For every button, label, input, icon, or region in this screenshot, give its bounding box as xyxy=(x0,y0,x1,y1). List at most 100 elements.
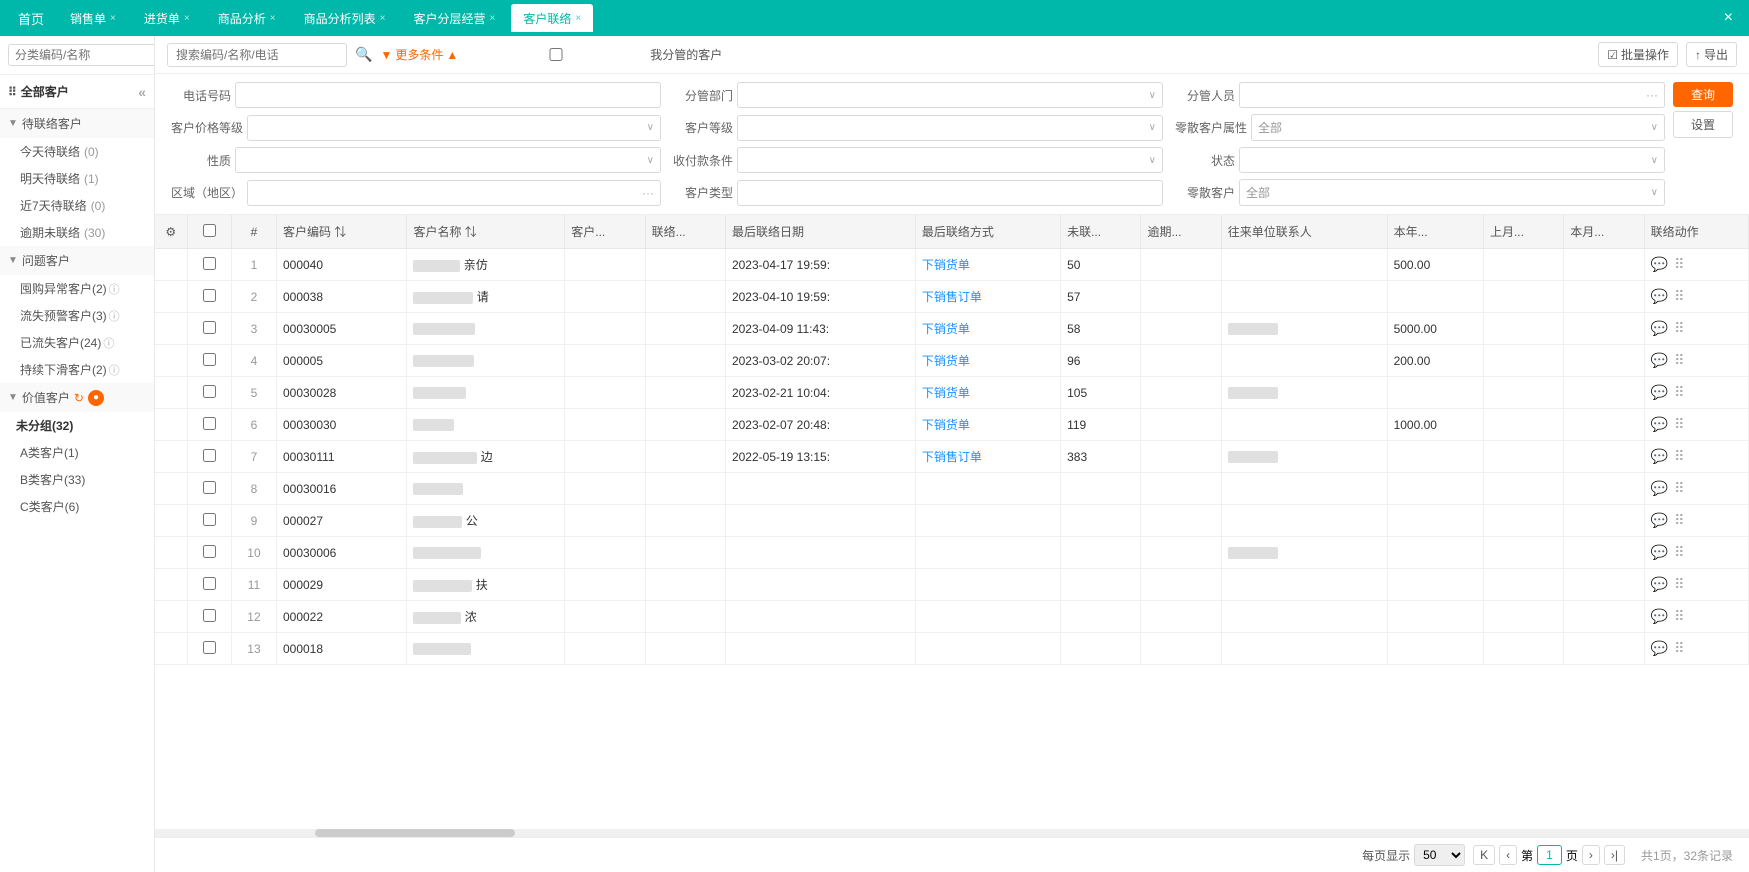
cell-checkbox[interactable] xyxy=(187,473,231,505)
cell-checkbox[interactable] xyxy=(187,249,231,281)
action-message-icon[interactable]: 💬 xyxy=(1651,384,1668,401)
sidebar-item-tomorrow[interactable]: 明天待联络(1) xyxy=(0,165,154,192)
first-page-btn[interactable]: K xyxy=(1473,845,1495,865)
th-not-contacted[interactable]: 未联... xyxy=(1061,215,1141,249)
payment-select[interactable]: ∨ xyxy=(737,147,1163,173)
tab-goods-analysis-list[interactable]: 商品分析列表 × xyxy=(292,4,398,32)
last-method-link[interactable]: 下销售订单 xyxy=(922,290,982,304)
last-method-link[interactable]: 下销货单 xyxy=(922,418,970,432)
region-select[interactable]: ··· xyxy=(247,180,661,206)
row-checkbox[interactable] xyxy=(203,545,216,558)
my-customers-checkbox[interactable] xyxy=(466,48,646,61)
action-message-icon[interactable]: 💬 xyxy=(1651,544,1668,561)
th-name[interactable]: 客户名称 ⇅ xyxy=(407,215,565,249)
next-page-btn[interactable]: › xyxy=(1582,845,1600,865)
nature-select[interactable]: ∨ xyxy=(235,147,661,173)
action-grid-icon[interactable]: ⠿ xyxy=(1674,640,1684,657)
sidebar-item-class-a[interactable]: A类客户(1) xyxy=(0,439,154,466)
cell-checkbox[interactable] xyxy=(187,633,231,665)
tab-customer-contact[interactable]: 客户联络 × xyxy=(511,4,593,32)
sidebar-item-class-c[interactable]: C类客户(6) xyxy=(0,493,154,520)
action-grid-icon[interactable]: ⠿ xyxy=(1674,512,1684,529)
row-checkbox[interactable] xyxy=(203,449,216,462)
last-page-btn[interactable]: ›| xyxy=(1604,845,1625,865)
reset-button[interactable]: 设置 xyxy=(1673,111,1733,138)
close-goods-analysis-list-tab[interactable]: × xyxy=(380,13,386,24)
close-customer-tier-tab[interactable]: × xyxy=(489,13,495,24)
phone-input[interactable] xyxy=(235,82,661,108)
action-message-icon[interactable]: 💬 xyxy=(1651,352,1668,369)
th-checkbox[interactable] xyxy=(187,215,231,249)
row-checkbox[interactable] xyxy=(203,417,216,430)
search-btn[interactable]: 🔍 xyxy=(355,46,372,63)
query-button[interactable]: 查询 xyxy=(1673,82,1733,107)
action-message-icon[interactable]: 💬 xyxy=(1651,576,1668,593)
customer-type-input[interactable] xyxy=(737,180,1163,206)
status-select[interactable]: ∨ xyxy=(1239,147,1665,173)
sidebar-item-churned[interactable]: 已流失客户(24) ⓘ xyxy=(0,329,154,356)
th-settings[interactable]: ⚙ xyxy=(155,215,187,249)
my-customers-filter[interactable]: 我分管的客户 xyxy=(466,46,722,63)
action-grid-icon[interactable]: ⠿ xyxy=(1674,448,1684,465)
close-customer-contact-tab[interactable]: × xyxy=(575,13,581,24)
export-btn[interactable]: ↑ 导出 xyxy=(1686,42,1737,67)
action-grid-icon[interactable]: ⠿ xyxy=(1674,320,1684,337)
tab-sales[interactable]: 销售单 × xyxy=(58,4,128,32)
dept-select[interactable]: ∨ xyxy=(737,82,1163,108)
retail-customer-select[interactable]: 全部 ∨ xyxy=(1239,179,1665,206)
action-message-icon[interactable]: 💬 xyxy=(1651,608,1668,625)
section-pending-contact[interactable]: ▼ 待联络客户 xyxy=(0,109,154,138)
sidebar-item-abnormal[interactable]: 囤购异常客户(2) ⓘ xyxy=(0,275,154,302)
last-method-link[interactable]: 下销货单 xyxy=(922,386,970,400)
action-message-icon[interactable]: 💬 xyxy=(1651,480,1668,497)
refresh-icon[interactable]: ↻ xyxy=(74,391,84,405)
action-grid-icon[interactable]: ⠿ xyxy=(1674,416,1684,433)
tab-goods-analysis[interactable]: 商品分析 × xyxy=(206,4,288,32)
th-this-year[interactable]: 本年... xyxy=(1387,215,1483,249)
cell-checkbox[interactable] xyxy=(187,281,231,313)
action-grid-icon[interactable]: ⠿ xyxy=(1674,480,1684,497)
action-grid-icon[interactable]: ⠿ xyxy=(1674,256,1684,273)
close-goods-analysis-tab[interactable]: × xyxy=(270,13,276,24)
action-message-icon[interactable]: 💬 xyxy=(1651,512,1668,529)
action-grid-icon[interactable]: ⠿ xyxy=(1674,544,1684,561)
category-search-input[interactable] xyxy=(8,44,155,66)
customer-grade-select[interactable]: ∨ xyxy=(737,115,1163,141)
search-input[interactable] xyxy=(167,43,347,67)
action-message-icon[interactable]: 💬 xyxy=(1651,416,1668,433)
tab-purchase[interactable]: 进货单 × xyxy=(132,4,202,32)
cell-checkbox[interactable] xyxy=(187,505,231,537)
cell-checkbox[interactable] xyxy=(187,409,231,441)
action-message-icon[interactable]: 💬 xyxy=(1651,288,1668,305)
all-customers-item[interactable]: ⠿ 全部客户 « xyxy=(0,75,154,109)
tab-customer-tier[interactable]: 客户分层经营 × xyxy=(401,4,507,32)
action-message-icon[interactable]: 💬 xyxy=(1651,448,1668,465)
last-method-link[interactable]: 下销售订单 xyxy=(922,450,982,464)
close-sales-tab[interactable]: × xyxy=(110,13,116,24)
sidebar-item-class-b[interactable]: B类客户(33) xyxy=(0,466,154,493)
th-overdue[interactable]: 逾期... xyxy=(1141,215,1221,249)
row-checkbox[interactable] xyxy=(203,289,216,302)
cell-checkbox[interactable] xyxy=(187,377,231,409)
action-grid-icon[interactable]: ⠿ xyxy=(1674,352,1684,369)
sidebar-item-churn-warn[interactable]: 流失预警客户(3) ⓘ xyxy=(0,302,154,329)
th-last-date[interactable]: 最后联络日期 xyxy=(725,215,915,249)
cell-checkbox[interactable] xyxy=(187,569,231,601)
th-this-month[interactable]: 本月... xyxy=(1564,215,1644,249)
batch-op-btn[interactable]: ☑ 批量操作 xyxy=(1598,42,1678,67)
cell-checkbox[interactable] xyxy=(187,345,231,377)
th-contact-person[interactable]: 往来单位联系人 xyxy=(1221,215,1387,249)
prev-page-btn[interactable]: ‹ xyxy=(1499,845,1517,865)
retail-attr-select[interactable]: 全部 ∨ xyxy=(1251,114,1665,141)
section-value-customers[interactable]: ▼ 价值客户 ↻ ● xyxy=(0,383,154,412)
action-grid-icon[interactable]: ⠿ xyxy=(1674,576,1684,593)
per-page-select[interactable]: 50 100 200 xyxy=(1414,844,1465,866)
close-purchase-tab[interactable]: × xyxy=(184,13,190,24)
cell-checkbox[interactable] xyxy=(187,601,231,633)
manager-select[interactable]: ··· xyxy=(1239,82,1665,108)
th-code[interactable]: 客户编码 ⇅ xyxy=(276,215,406,249)
horizontal-scrollbar[interactable] xyxy=(155,829,1749,837)
cell-checkbox[interactable] xyxy=(187,537,231,569)
sidebar-item-today[interactable]: 今天待联络(0) xyxy=(0,138,154,165)
section-problem-customers[interactable]: ▼ 问题客户 xyxy=(0,246,154,275)
